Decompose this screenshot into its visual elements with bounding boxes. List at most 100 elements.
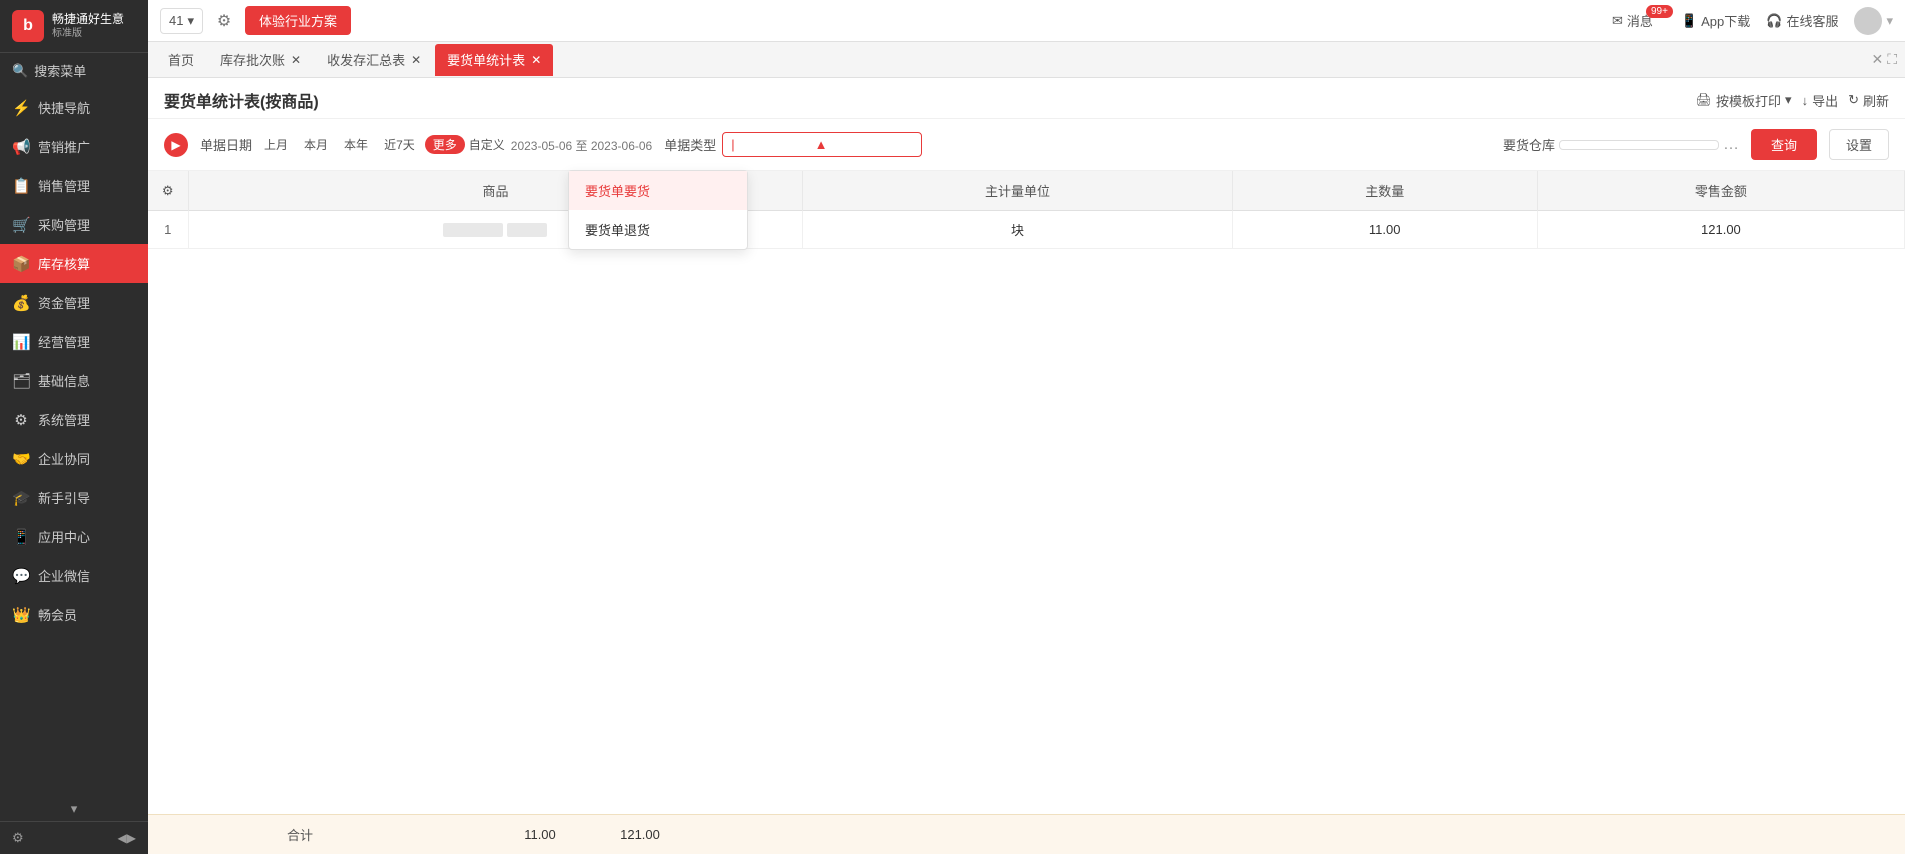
table-header-row: ⚙ 商品 主计量单位 主数量 零售金额	[148, 171, 1905, 211]
tab-expand-button[interactable]: ✕ ⛶	[1871, 51, 1897, 68]
topbar-gear-button[interactable]: ⚙	[211, 8, 237, 34]
sidebar-item-基础信息[interactable]: 🗂 基础信息	[0, 361, 148, 400]
dropdown-item-要货单要货[interactable]: 要货单要货	[569, 171, 747, 210]
sidebar-item-企业微信[interactable]: 💬 企业微信	[0, 556, 148, 595]
topbar-left: 41 ▾ ⚙ 体验行业方案	[160, 6, 1602, 35]
custom-date-btn[interactable]: 自定义	[469, 136, 505, 153]
refresh-icon: ↻	[1848, 92, 1859, 108]
query-button[interactable]: 查询	[1751, 129, 1817, 160]
tab-order-stats[interactable]: 要货单统计表 ✕	[435, 44, 553, 76]
messages-button[interactable]: ✉ 消息 99+	[1612, 11, 1665, 30]
settings-button[interactable]: 设置	[1829, 129, 1889, 160]
tab-home[interactable]: 首页	[156, 44, 206, 76]
phone-icon: 📱	[1681, 13, 1697, 29]
table-container: ⚙ 商品 主计量单位 主数量 零售金额 1	[148, 171, 1905, 814]
row-unit: 块	[803, 211, 1232, 249]
purchase-icon: 🛒	[12, 216, 30, 234]
dropdown-arrow-icon: ▾	[187, 13, 194, 29]
dropdown-item-要货单退货[interactable]: 要货单退货	[569, 210, 747, 249]
close-tab-icon[interactable]: ✕	[291, 53, 301, 67]
sidebar-item-营销推广[interactable]: 📢 营销推广	[0, 127, 148, 166]
app-download-button[interactable]: 📱 App下载	[1681, 11, 1750, 30]
sidebar-item-快捷导航[interactable]: ⚡ 快捷导航	[0, 88, 148, 127]
page-title: 要货单统计表(按商品)	[164, 88, 319, 112]
sidebar-nav: ⚡ 快捷导航 📢 营销推广 📋 销售管理 🛒 采购管理 📦 库存核算 💰 资金管…	[0, 88, 148, 797]
management-icon: 📊	[12, 333, 30, 351]
expand-filter-button[interactable]: ▶	[164, 133, 188, 157]
table-footer: 合计 11.00 121.00	[148, 814, 1905, 854]
refresh-button[interactable]: ↻ 刷新	[1848, 91, 1889, 110]
headset-icon: 🎧	[1766, 13, 1782, 29]
sidebar-item-采购管理[interactable]: 🛒 采购管理	[0, 205, 148, 244]
tab-inventory-batch[interactable]: 库存批次账 ✕	[208, 44, 313, 76]
finance-icon: 💰	[12, 294, 30, 312]
user-avatar[interactable]: ▾	[1854, 7, 1893, 35]
sidebar-footer: ⚙ ◀▶	[0, 821, 148, 854]
filter-bar: ▶ 单据日期 上月 本月 本年 近7天 更多 自定义 2023-05-06 至 …	[148, 119, 1905, 171]
sidebar-item-畅会员[interactable]: 👑 畅会员	[0, 595, 148, 634]
table-header-quantity: 主数量	[1232, 171, 1537, 211]
gear-icon: ⚙	[162, 183, 174, 198]
sidebar-item-销售管理[interactable]: 📋 销售管理	[0, 166, 148, 205]
close-tab-icon[interactable]: ✕	[411, 53, 421, 67]
warehouse-input[interactable]	[1559, 140, 1719, 150]
topbar: 41 ▾ ⚙ 体验行业方案 ✉ 消息 99+ 📱 App下载 🎧 在线客服 ▾	[148, 0, 1905, 42]
last-7days-btn[interactable]: 近7天	[378, 134, 421, 155]
this-year-btn[interactable]: 本年	[338, 134, 374, 155]
topbar-right: ✉ 消息 99+ 📱 App下载 🎧 在线客服 ▾	[1612, 7, 1893, 35]
sidebar: b 畅捷通好生意 标准版 🔍 搜索菜单 ⚡ 快捷导航 📢 营销推广 📋 销售管理…	[0, 0, 148, 854]
sidebar-item-经营管理[interactable]: 📊 经营管理	[0, 322, 148, 361]
inventory-icon: 📦	[12, 255, 30, 273]
sidebar-header: b 畅捷通好生意 标准版	[0, 0, 148, 53]
close-tab-icon[interactable]: ✕	[531, 53, 541, 67]
expand-icon: ✕	[1871, 51, 1883, 68]
page-content: 要货单统计表(按商品) 🖨 按模板打印 ▾ ↓ 导出 ↻ 刷新 ▶	[148, 78, 1905, 854]
date-range-display: 2023-05-06 至 2023-06-06	[511, 137, 652, 154]
system-icon: ⚙	[12, 411, 30, 429]
app-center-icon: 📱	[12, 528, 30, 546]
sidebar-item-应用中心[interactable]: 📱 应用中心	[0, 517, 148, 556]
type-select-arrow: ▲	[815, 137, 828, 152]
type-filter-group: 单据类型 | ▲	[664, 132, 1491, 157]
type-select-dropdown[interactable]: | ▲	[722, 132, 922, 157]
fullscreen-icon: ⛶	[1887, 51, 1897, 68]
online-service-button[interactable]: 🎧 在线客服	[1766, 11, 1838, 30]
print-dropdown-icon: ▾	[1785, 92, 1792, 108]
this-month-btn[interactable]: 本月	[298, 134, 334, 155]
search-icon: 🔍	[12, 63, 28, 79]
date-filter-group: 单据日期 上月 本月 本年 近7天 更多 自定义 2023-05-06 至 20…	[200, 134, 652, 155]
more-date-btn[interactable]: 更多	[425, 135, 465, 154]
tabs-bar: 首页 库存批次账 ✕ 收发存汇总表 ✕ 要货单统计表 ✕ ✕ ⛶	[148, 42, 1905, 78]
app-logo: b	[12, 10, 44, 42]
type-dropdown-menu: 要货单要货 要货单退货	[568, 170, 748, 250]
main-content: 41 ▾ ⚙ 体验行业方案 ✉ 消息 99+ 📱 App下载 🎧 在线客服 ▾	[148, 0, 1905, 854]
trial-button[interactable]: 体验行业方案	[245, 6, 351, 35]
guide-icon: 🎓	[12, 489, 30, 507]
settings-icon[interactable]: ⚙	[12, 830, 24, 846]
sidebar-scroll-down[interactable]: ▾	[0, 797, 148, 821]
last-month-btn[interactable]: 上月	[258, 134, 294, 155]
footer-quantity: 11.00	[500, 827, 580, 842]
sidebar-item-资金管理[interactable]: 💰 资金管理	[0, 283, 148, 322]
sidebar-item-企业协同[interactable]: 🤝 企业协同	[0, 439, 148, 478]
store-selector[interactable]: 41 ▾	[160, 8, 203, 34]
sidebar-search[interactable]: 🔍 搜索菜单	[0, 53, 148, 88]
collapse-icon[interactable]: ◀▶	[118, 831, 136, 845]
filter-more-button[interactable]: …	[1723, 136, 1739, 154]
sidebar-item-系统管理[interactable]: ⚙ 系统管理	[0, 400, 148, 439]
warehouse-filter: 要货仓库 …	[1503, 135, 1739, 154]
row-number: 1	[148, 211, 188, 249]
footer-amount: 121.00	[600, 827, 680, 842]
collab-icon: 🤝	[12, 450, 30, 468]
tab-collect-summary[interactable]: 收发存汇总表 ✕	[315, 44, 433, 76]
print-button[interactable]: 🖨 按模板打印 ▾	[1696, 91, 1792, 110]
footer-label: 合计	[200, 825, 400, 844]
date-shortcuts: 上月 本月 本年 近7天 更多 自定义	[258, 134, 505, 155]
page-actions: 🖨 按模板打印 ▾ ↓ 导出 ↻ 刷新	[1696, 91, 1890, 110]
sidebar-item-新手引导[interactable]: 🎓 新手引导	[0, 478, 148, 517]
table-header-amount: 零售金额	[1537, 171, 1904, 211]
sales-icon: 📋	[12, 177, 30, 195]
export-button[interactable]: ↓ 导出	[1802, 91, 1839, 110]
sidebar-item-库存核算[interactable]: 📦 库存核算	[0, 244, 148, 283]
table-header-settings[interactable]: ⚙	[148, 171, 188, 211]
